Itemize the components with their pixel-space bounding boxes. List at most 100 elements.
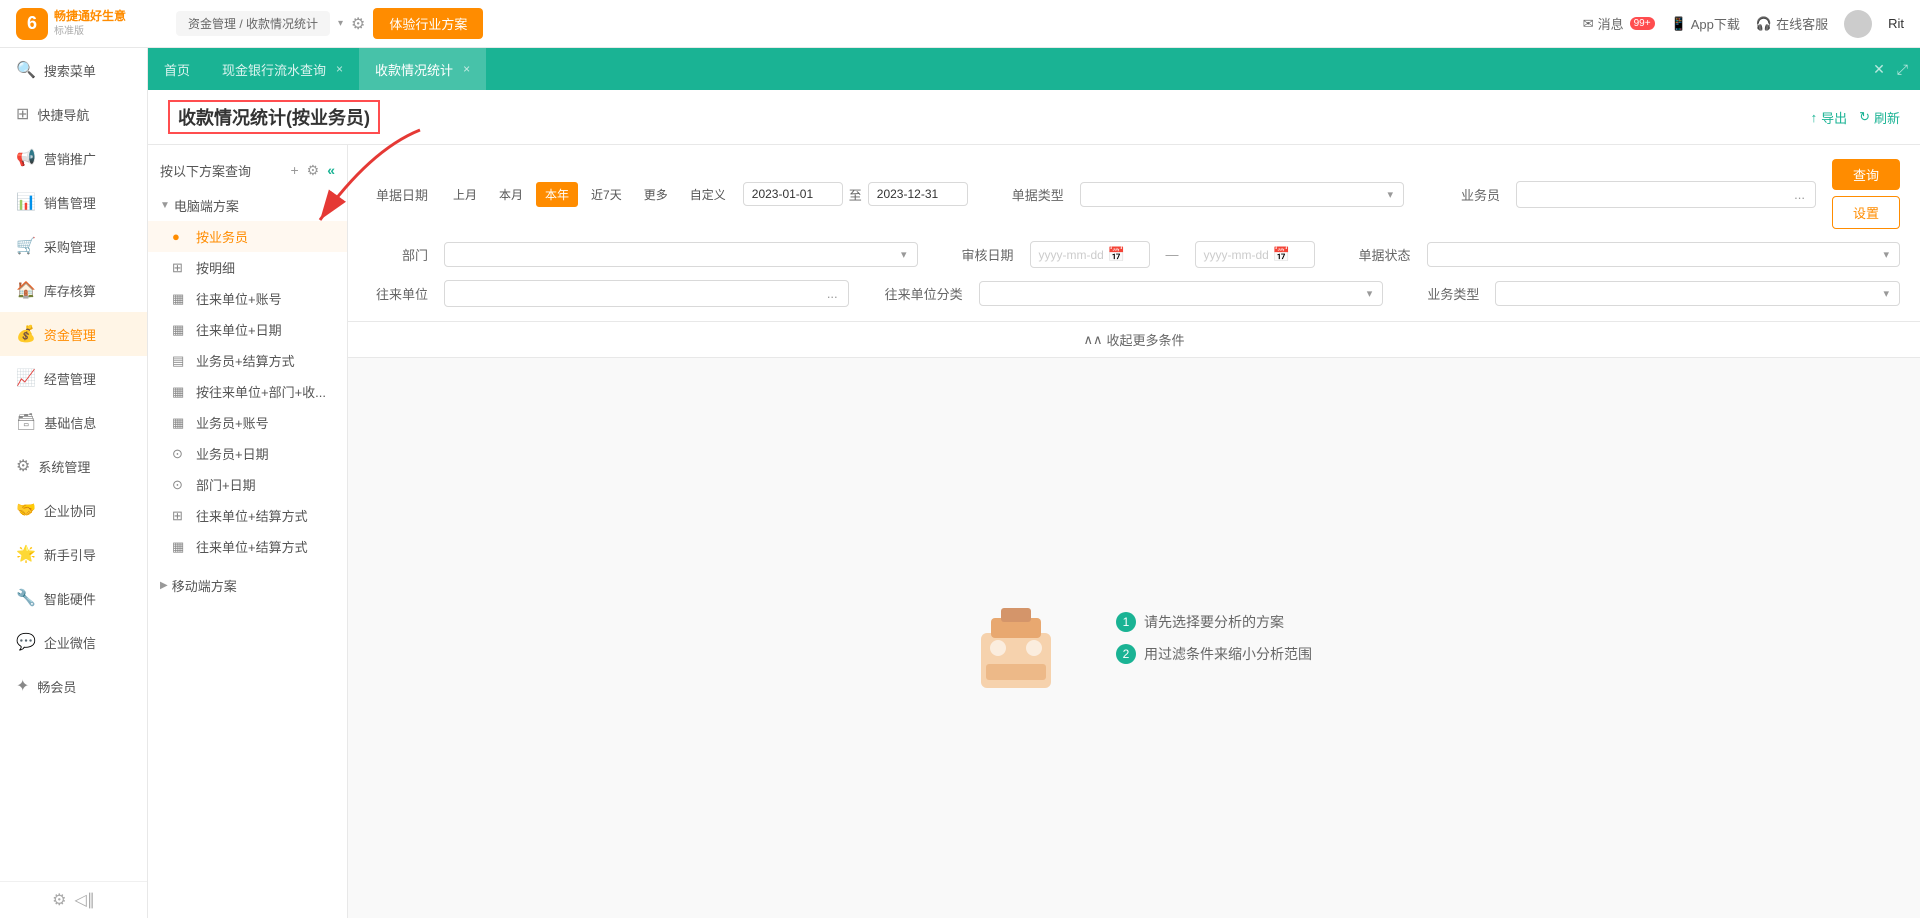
date-tab-more[interactable]: 更多 — [635, 182, 677, 207]
date-tab-thisyear[interactable]: 本年 — [536, 182, 578, 207]
doc-status-field[interactable]: ▾ — [1427, 242, 1901, 267]
edition-label: 标准版 — [54, 25, 126, 38]
sidebar-settings-icon[interactable]: ⚙ — [52, 890, 66, 910]
scheme-panel-header: 按以下方案查询 + ⚙ « — [148, 155, 347, 186]
sidebar-item-marketing[interactable]: 📢 营销推广 — [0, 136, 147, 180]
calendar-to-icon[interactable]: 📅 — [1273, 246, 1290, 263]
online-service-button[interactable]: 🎧 在线客服 — [1756, 14, 1828, 33]
tab-home[interactable]: 首页 — [148, 48, 206, 90]
scheme-section-mobile-header[interactable]: ▶ 移动端方案 — [148, 570, 347, 601]
user-avatar[interactable] — [1844, 10, 1872, 38]
doc-status-label: 单据状态 — [1351, 245, 1411, 264]
filter-settings-button[interactable]: 设置 — [1832, 196, 1900, 229]
content-area: 首页 现金银行流水查询 × 收款情况统计 × ✕ ⤢ 收款情况统计(按业务员) … — [148, 48, 1920, 918]
scheme-add-button[interactable]: + — [290, 162, 298, 179]
sidebar-item-vip[interactable]: ✦ 畅会员 — [0, 664, 147, 708]
quicknav-icon: ⊞ — [16, 104, 29, 124]
date-tab-7days[interactable]: 近7天 — [582, 182, 631, 207]
audit-date-from-input[interactable]: yyyy-mm-dd 📅 — [1030, 241, 1150, 268]
search-icon: 🔍 — [16, 60, 36, 80]
logo-char: 6 — [27, 13, 37, 34]
query-button[interactable]: 查询 — [1832, 159, 1900, 190]
sidebar-item-purchase[interactable]: 🛒 采购管理 — [0, 224, 147, 268]
export-icon: ↑ — [1811, 110, 1818, 125]
scheme-item-dept-date[interactable]: ⊙ 部门+日期 — [148, 469, 347, 500]
sidebar-item-wechat[interactable]: 💬 企业微信 — [0, 620, 147, 664]
sidebar-bottom: ⚙ ◁∥ — [0, 881, 147, 918]
sidebar-item-company[interactable]: 🤝 企业协同 — [0, 488, 147, 532]
doc-type-arrow-icon: ▾ — [1387, 188, 1393, 201]
sidebar-item-search[interactable]: 🔍 搜索菜单 — [0, 48, 147, 92]
scheme-item-staff-date-label: 业务员+日期 — [196, 444, 269, 463]
date-tab-lastmonth[interactable]: 上月 — [444, 182, 486, 207]
scheme-item-detail[interactable]: ⊞ 按明细 — [148, 252, 347, 283]
sidebar-item-inventory[interactable]: 🏠 库存核算 — [0, 268, 147, 312]
salesperson-field[interactable]: ... — [1516, 181, 1816, 208]
filter-row-1: 单据日期 上月 本月 本年 近7天 更多 自定义 — [368, 159, 1900, 229]
date-to-value: 2023-12-31 — [877, 187, 938, 201]
sidebar-item-basicinfo[interactable]: 🗃 基础信息 — [0, 400, 147, 444]
tab-close-window-icon[interactable]: ✕ — [1873, 61, 1885, 78]
settings-icon[interactable]: ⚙ — [351, 14, 365, 34]
collapse-bar[interactable]: ∧∧ 收起更多条件 — [348, 322, 1920, 358]
scheme-item-unit-date[interactable]: ▦ 往来单位+日期 — [148, 314, 347, 345]
doc-type-field[interactable]: ▾ — [1080, 182, 1404, 207]
tab-maximize-icon[interactable]: ⤢ — [1897, 61, 1908, 78]
sidebar-collapse-icon[interactable]: ◁∥ — [75, 890, 95, 910]
doc-type-label: 单据类型 — [1004, 185, 1064, 204]
counterpart-field[interactable]: ... — [444, 280, 849, 307]
sidebar-item-quicknav-label: 快捷导航 — [37, 105, 89, 124]
message-button[interactable]: ✉ 消息 99+ — [1583, 14, 1655, 33]
sidebar-item-hardware[interactable]: 🔧 智能硬件 — [0, 576, 147, 620]
tab-receipts[interactable]: 收款情况统计 × — [359, 48, 486, 90]
scheme-item-unit-dept[interactable]: ▦ 按往来单位+部门+收... — [148, 376, 347, 407]
sidebar-item-guide[interactable]: 🌟 新手引导 — [0, 532, 147, 576]
scheme-item-staff-account[interactable]: ▦ 业务员+账号 — [148, 407, 347, 438]
sidebar-item-sales[interactable]: 📊 销售管理 — [0, 180, 147, 224]
scheme-settings-icon[interactable]: ⚙ — [307, 162, 320, 179]
scheme-item-salesperson[interactable]: ● 按业务员 — [148, 221, 347, 252]
step-num-2: 2 — [1116, 644, 1136, 664]
tab-cashflow-label: 现金银行流水查询 — [222, 60, 326, 79]
date-to-input[interactable]: 2023-12-31 — [868, 182, 968, 206]
sidebar-item-finance[interactable]: 💰 资金管理 — [0, 312, 147, 356]
scheme-item-staff-date[interactable]: ⊙ 业务员+日期 — [148, 438, 347, 469]
sidebar-item-finance-label: 资金管理 — [44, 325, 96, 344]
breadcrumb-arrow-icon[interactable]: ▾ — [338, 18, 343, 29]
scheme-item-icon-detail: ⊞ — [172, 260, 188, 276]
online-service-label: 在线客服 — [1776, 14, 1828, 33]
scheme-item-staff-payment[interactable]: ▤ 业务员+结算方式 — [148, 345, 347, 376]
dept-field[interactable]: ▾ — [444, 242, 918, 267]
date-tab-thismonth[interactable]: 本月 — [490, 182, 532, 207]
biz-type-field[interactable]: ▾ — [1495, 281, 1900, 306]
trial-button[interactable]: 体验行业方案 — [373, 8, 483, 39]
date-tab-custom[interactable]: 自定义 — [681, 182, 735, 207]
export-button[interactable]: ↑ 导出 — [1811, 108, 1848, 127]
scheme-item-icon-staff-date: ⊙ — [172, 446, 188, 462]
counterpart-type-field[interactable]: ▾ — [979, 281, 1384, 306]
scheme-item-unit-payment1[interactable]: ⊞ 往来单位+结算方式 — [148, 500, 347, 531]
sidebar-item-quicknav[interactable]: ⊞ 快捷导航 — [0, 92, 147, 136]
tab-cashflow[interactable]: 现金银行流水查询 × — [206, 48, 359, 90]
scheme-item-icon-unit-account: ▦ — [172, 291, 188, 307]
salesperson-more-icon[interactable]: ... — [1794, 187, 1805, 202]
scheme-item-unit-payment2[interactable]: ▦ 往来单位+结算方式 — [148, 531, 347, 562]
top-bar-right: ✉ 消息 99+ 📱 App下载 🎧 在线客服 Rit — [1583, 10, 1904, 38]
counterpart-more-icon[interactable]: ... — [827, 286, 838, 301]
sidebar-item-system[interactable]: ⚙ 系统管理 — [0, 444, 147, 488]
sidebar-item-operations[interactable]: 📈 经营管理 — [0, 356, 147, 400]
scheme-section-mobile: ▶ 移动端方案 — [148, 566, 347, 605]
basicinfo-icon: 🗃 — [16, 412, 36, 432]
calendar-from-icon[interactable]: 📅 — [1108, 246, 1125, 263]
audit-date-to-input[interactable]: yyyy-mm-dd 📅 — [1195, 241, 1315, 268]
tab-receipts-close-icon[interactable]: × — [463, 62, 470, 76]
tab-cashflow-close-icon[interactable]: × — [336, 62, 343, 76]
scheme-section-desktop-header[interactable]: ▼ 电脑端方案 — [148, 190, 347, 221]
refresh-button[interactable]: ↻ 刷新 — [1859, 108, 1900, 127]
app-download-button[interactable]: 📱 App下载 — [1671, 14, 1740, 33]
empty-step-2-label: 用过滤条件来缩小分析范围 — [1144, 644, 1312, 664]
scheme-collapse-icon[interactable]: « — [327, 162, 335, 179]
date-from-input[interactable]: 2023-01-01 — [743, 182, 843, 206]
scheme-item-unit-account[interactable]: ▦ 往来单位+账号 — [148, 283, 347, 314]
scheme-section-desktop: ▼ 电脑端方案 ● 按业务员 ⊞ 按明细 ▦ 往来单位+账号 — [148, 186, 347, 566]
